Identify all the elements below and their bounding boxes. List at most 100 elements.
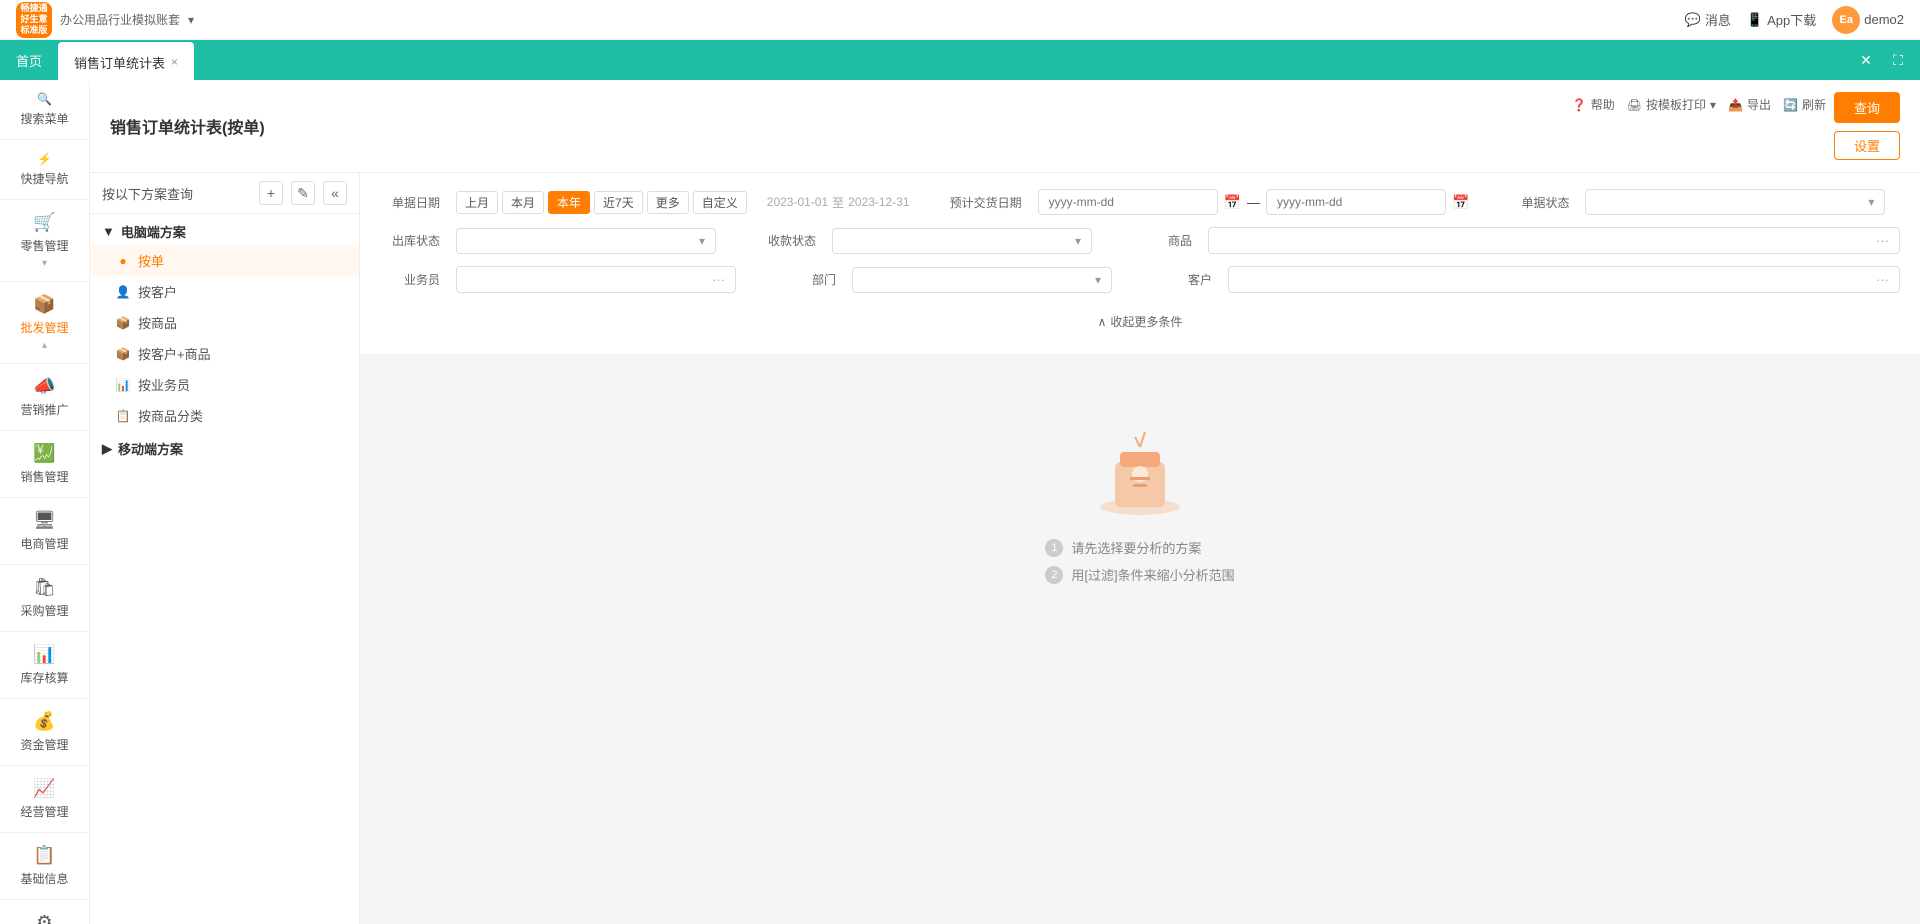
- tree-item-by-order[interactable]: ● 按单: [90, 245, 359, 276]
- purchase-icon: 🛍: [33, 577, 56, 598]
- basics-icon: 📋: [33, 845, 55, 866]
- empty-tip-2: 2 用[过滤]条件来缩小分析范围: [1045, 565, 1234, 584]
- panel-edit-button[interactable]: ✎: [291, 181, 315, 205]
- sales-icon: 💹: [33, 443, 55, 464]
- date-btn-last-month[interactable]: 上月: [456, 191, 498, 214]
- estimated-date-to-input[interactable]: [1266, 189, 1446, 215]
- nav-icon: ⚡: [37, 152, 52, 166]
- app-title: 办公用品行业模拟账套: [60, 11, 180, 28]
- panel-title-label: 按以下方案查询: [102, 184, 251, 203]
- date-label: 单据日期: [380, 194, 440, 211]
- sidebar-search[interactable]: 🔍 搜索菜单: [0, 80, 89, 140]
- estimated-date-from-input[interactable]: [1038, 189, 1218, 215]
- payment-status-select[interactable]: ▾: [832, 228, 1092, 254]
- tip-num-1: 1: [1045, 539, 1063, 557]
- panel-add-button[interactable]: +: [259, 181, 283, 205]
- customer-dots-icon[interactable]: ···: [1876, 272, 1889, 287]
- calendar-from-icon[interactable]: 📅: [1224, 194, 1241, 211]
- export-button[interactable]: 📤 导出: [1728, 96, 1771, 113]
- tab-close-icon[interactable]: ×: [171, 55, 178, 69]
- salesperson-label: 业务员: [380, 271, 440, 288]
- empty-tips: 1 请先选择要分析的方案 2 用[过滤]条件来缩小分析范围: [1045, 538, 1234, 584]
- home-tab-label: 首页: [16, 51, 42, 70]
- settings-button[interactable]: 设置: [1834, 131, 1900, 160]
- app-download-button[interactable]: 📱 App下载: [1747, 10, 1816, 29]
- date-btn-this-month[interactable]: 本月: [502, 191, 544, 214]
- salesperson-dots-icon[interactable]: ···: [712, 272, 725, 287]
- sidebar-quick-nav[interactable]: ⚡ 快捷导航: [0, 140, 89, 200]
- by-customer-goods-icon: 📦: [114, 345, 132, 363]
- sidebar-item-basics[interactable]: 📋 基础信息: [0, 833, 89, 900]
- filter-content-area: 按以下方案查询 + ✎ « ▼ 电脑端方案: [90, 173, 1920, 924]
- page-header: 销售订单统计表(按单) ❓ 帮助 🖨 按模板打印 ▾ 📤 导出: [90, 80, 1920, 173]
- finance-icon: 💰: [33, 711, 55, 732]
- operations-icon: 📈: [33, 778, 55, 799]
- empty-illustration: [1080, 422, 1200, 522]
- date-shortcuts: 上月 本月 本年 近7天 更多 自定义: [456, 191, 747, 214]
- by-goods-category-icon: 📋: [114, 407, 132, 425]
- tree-item-by-customer[interactable]: 👤 按客户: [90, 276, 359, 307]
- tab-sales-order-stat[interactable]: 销售订单统计表 ×: [58, 42, 194, 82]
- export-icon: 📤: [1728, 98, 1743, 112]
- sidebar-item-system[interactable]: ⚙ 系统管理: [0, 900, 89, 924]
- customer-input[interactable]: ···: [1228, 266, 1900, 293]
- estimated-date-range: 📅 — 📅: [1038, 189, 1470, 215]
- panel-pc-section: ▼ 电脑端方案 ● 按单 👤 按客户 📦 按商品: [90, 214, 359, 431]
- date-btn-last7[interactable]: 近7天: [594, 191, 643, 214]
- print-icon: 🖨: [1627, 98, 1642, 112]
- sidebar-item-retail[interactable]: 🛒 零售管理 ▾: [0, 200, 89, 282]
- by-goods-icon: 📦: [114, 314, 132, 332]
- expand-window-button[interactable]: ⛶: [1886, 48, 1910, 72]
- help-button[interactable]: ❓ 帮助: [1572, 96, 1615, 113]
- goods-input[interactable]: ···: [1208, 227, 1900, 254]
- status-label: 单据状态: [1509, 194, 1569, 211]
- sidebar-item-inventory[interactable]: 📊 库存核算: [0, 632, 89, 699]
- calendar-to-icon[interactable]: 📅: [1452, 194, 1469, 211]
- collapse-filter-button[interactable]: ∧ 收起更多条件: [380, 305, 1900, 338]
- sidebar-item-ecommerce[interactable]: 🖥 电商管理: [0, 498, 89, 565]
- tab-home[interactable]: 首页: [0, 40, 58, 80]
- date-btn-more[interactable]: 更多: [647, 191, 689, 214]
- nav-tab-actions: ✕ ⛶: [1854, 48, 1910, 72]
- sidebar-item-finance[interactable]: 💰 资金管理: [0, 699, 89, 766]
- tree-item-by-goods-category[interactable]: 📋 按商品分类: [90, 400, 359, 431]
- right-area: 销售订单统计表(按单) ❓ 帮助 🖨 按模板打印 ▾ 📤 导出: [90, 80, 1920, 924]
- sales-order-tab-label: 销售订单统计表: [74, 53, 165, 72]
- logo: 畅捷通好生意标准版: [16, 2, 52, 38]
- tree-item-by-salesperson[interactable]: 📊 按业务员: [90, 369, 359, 400]
- panel-collapse-button[interactable]: «: [323, 181, 347, 205]
- date-separator: —: [1247, 195, 1260, 210]
- salesperson-input[interactable]: ···: [456, 266, 736, 293]
- retail-arrow: ▾: [42, 258, 47, 269]
- message-button[interactable]: 💬 消息: [1685, 10, 1731, 29]
- user-menu[interactable]: Ea demo2: [1832, 6, 1904, 34]
- dept-select[interactable]: ▾: [852, 267, 1112, 293]
- refresh-button[interactable]: 🔄 刷新: [1783, 96, 1826, 113]
- date-range-display: 2023-01-01 至 2023-12-31: [767, 194, 910, 211]
- tree-item-by-customer-goods[interactable]: 📦 按客户+商品: [90, 338, 359, 369]
- status-select[interactable]: ▾: [1585, 189, 1885, 215]
- date-btn-this-year[interactable]: 本年: [548, 191, 590, 214]
- by-salesperson-icon: 📊: [114, 376, 132, 394]
- sidebar-item-wholesale[interactable]: 📦 批发管理 ▴: [0, 282, 89, 364]
- by-customer-icon: 👤: [114, 283, 132, 301]
- sidebar-item-marketing[interactable]: 📣 营销推广: [0, 364, 89, 431]
- query-button[interactable]: 查询: [1834, 92, 1900, 123]
- sidebar-item-operations[interactable]: 📈 经营管理: [0, 766, 89, 833]
- filter-and-results: 单据日期 上月 本月 本年 近7天 更多 自定义 2023-01-01 至: [360, 173, 1920, 924]
- wholesale-arrow: ▴: [42, 340, 47, 351]
- date-btn-custom[interactable]: 自定义: [693, 191, 747, 214]
- shipping-status-select[interactable]: ▾: [456, 228, 716, 254]
- marketing-icon: 📣: [33, 376, 55, 397]
- shipping-select-arrow: ▾: [699, 234, 705, 248]
- goods-dots-icon[interactable]: ···: [1876, 233, 1889, 248]
- tree-item-by-goods[interactable]: 📦 按商品: [90, 307, 359, 338]
- title-dropdown[interactable]: ▾: [188, 13, 194, 27]
- sidebar-item-sales[interactable]: 💹 销售管理: [0, 431, 89, 498]
- close-window-button[interactable]: ✕: [1854, 48, 1878, 72]
- status-select-arrow: ▾: [1868, 195, 1874, 209]
- print-button[interactable]: 🖨 按模板打印 ▾: [1627, 96, 1716, 113]
- sidebar-item-purchase[interactable]: 🛍 采购管理: [0, 565, 89, 632]
- message-icon: 💬: [1685, 12, 1701, 28]
- dept-select-arrow: ▾: [1095, 273, 1101, 287]
